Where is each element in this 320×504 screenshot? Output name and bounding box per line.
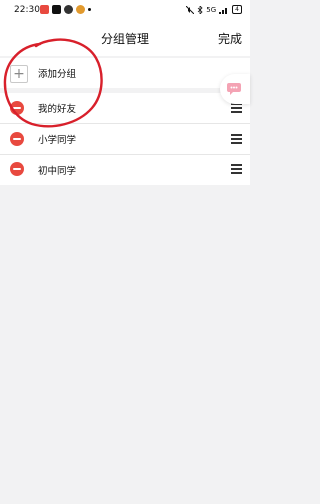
page-title: 分组管理 bbox=[100, 32, 149, 46]
app-notification-icon bbox=[76, 5, 85, 14]
group-row: 小学同学 bbox=[0, 124, 250, 154]
drag-handle-icon[interactable] bbox=[231, 164, 242, 174]
add-group-label: 添加分组 bbox=[38, 69, 77, 80]
status-time: 22:30 bbox=[14, 5, 40, 15]
nav-header: 分组管理 完成 bbox=[0, 22, 250, 56]
group-row: 初中同学 bbox=[0, 155, 250, 185]
minus-circle-icon[interactable] bbox=[10, 101, 24, 115]
drag-handle-icon[interactable] bbox=[231, 134, 242, 144]
floating-assistant-button[interactable] bbox=[220, 74, 250, 104]
group-label: 初中同学 bbox=[38, 166, 77, 177]
drag-handle-icon[interactable] bbox=[231, 103, 242, 113]
status-app-icons bbox=[40, 5, 91, 14]
group-label: 小学同学 bbox=[38, 135, 77, 146]
signal-icon bbox=[219, 7, 228, 14]
bluetooth-icon bbox=[197, 5, 203, 14]
minus-circle-icon[interactable] bbox=[10, 162, 24, 176]
battery-icon: 4 bbox=[232, 5, 242, 14]
mute-icon bbox=[186, 5, 195, 14]
done-button[interactable]: 完成 bbox=[218, 30, 242, 47]
add-group-row[interactable]: 添加分组 bbox=[0, 58, 250, 88]
app-notification-icon bbox=[52, 5, 61, 14]
group-label: 我的好友 bbox=[38, 104, 77, 115]
chat-bubble-icon bbox=[227, 83, 241, 95]
status-indicators: 5G 4 bbox=[186, 5, 242, 14]
more-dot-icon bbox=[88, 8, 91, 11]
status-bar: 22:30 5G 4 bbox=[0, 0, 250, 22]
app-notification-icon bbox=[40, 5, 49, 14]
group-row: 我的好友 bbox=[0, 93, 250, 123]
minus-circle-icon[interactable] bbox=[10, 132, 24, 146]
plus-icon[interactable]: + bbox=[10, 65, 28, 83]
signal-text: 5G bbox=[206, 5, 217, 14]
wechat-icon bbox=[64, 5, 73, 14]
